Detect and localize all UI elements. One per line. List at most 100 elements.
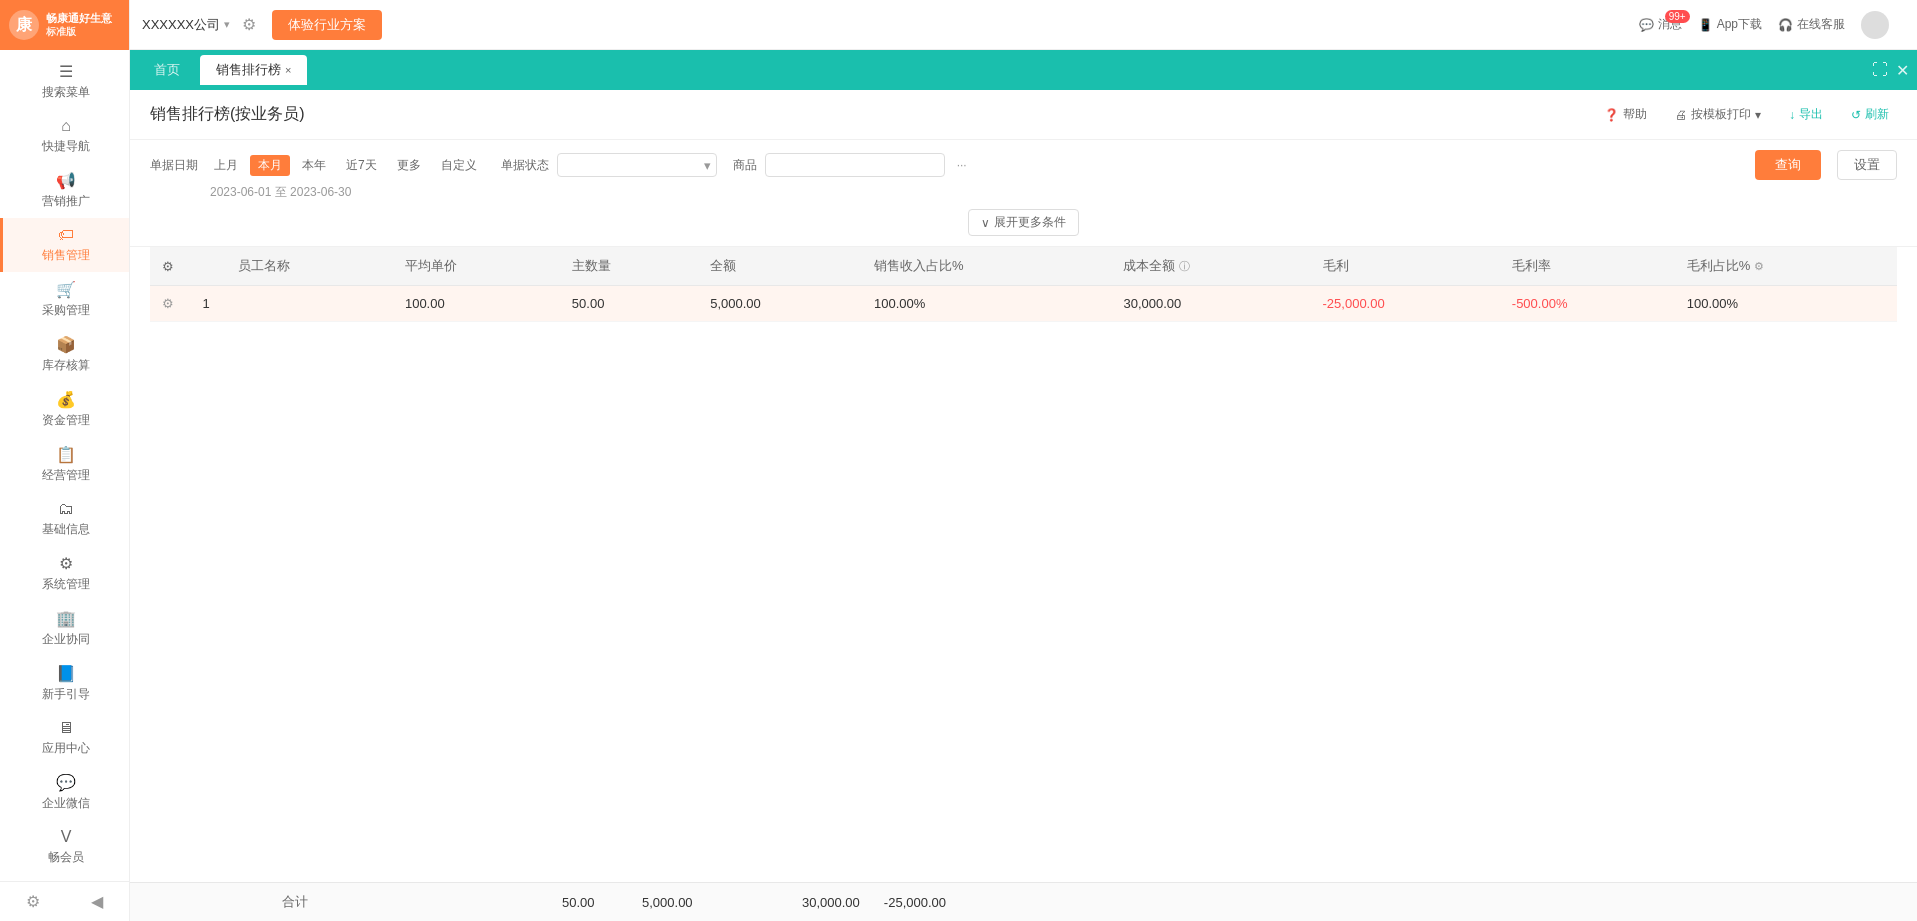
sidebar-label-finance: 资金管理 bbox=[42, 412, 90, 429]
company-selector[interactable]: XXXXXX公司 ▾ bbox=[142, 16, 230, 34]
expand-more-button[interactable]: ∨ 展开更多条件 bbox=[968, 209, 1079, 236]
col-header-avg_price: 平均单价 bbox=[393, 247, 560, 286]
sidebar-item-quick-nav[interactable]: ⌂ 快捷导航 bbox=[0, 109, 129, 163]
sidebar-menu: ☰ 搜索菜单⌂ 快捷导航📢 营销推广🏷 销售管理🛒 采购管理📦 库存核算💰 资金… bbox=[0, 50, 129, 881]
app-download-button[interactable]: 📱 App下载 bbox=[1698, 16, 1762, 33]
sidebar-item-marketing[interactable]: 📢 营销推广 bbox=[0, 163, 129, 218]
sidebar-icon-app-center: 🖥 bbox=[58, 719, 74, 737]
sidebar-icon-basic-info: 🗂 bbox=[58, 500, 74, 518]
sidebar-label-search-order: 搜索菜单 bbox=[42, 84, 90, 101]
tab-sales-rank[interactable]: 销售排行榜 × bbox=[200, 55, 307, 85]
col-header-profit_rate: 毛利率 bbox=[1500, 247, 1675, 286]
print-icon: 🖨 bbox=[1675, 108, 1687, 122]
tab-bar-right: ⛶ ✕ bbox=[1872, 61, 1909, 80]
cell-cost: 30,000.00 bbox=[1111, 286, 1310, 322]
cell-qty: 50.00 bbox=[560, 286, 698, 322]
online-service-button[interactable]: 🎧 在线客服 bbox=[1778, 16, 1845, 33]
sidebar-icon-sales: 🏷 bbox=[58, 226, 74, 244]
sidebar-icon-purchase: 🛒 bbox=[56, 280, 76, 299]
sidebar-item-member[interactable]: V 畅会员 bbox=[0, 820, 129, 874]
sidebar-item-enterprise[interactable]: 🏢 企业协同 bbox=[0, 601, 129, 656]
settings-button[interactable]: 设置 bbox=[1837, 150, 1897, 180]
sidebar-item-inventory[interactable]: 📦 库存核算 bbox=[0, 327, 129, 382]
sidebar-label-wechat: 企业微信 bbox=[42, 795, 90, 812]
page-actions: ❓ 帮助 🖨 按模板打印 ▾ ↓ 导出 ↺ 刷新 bbox=[1596, 102, 1897, 127]
table-row: ⚙1100.0050.005,000.00100.00%30,000.00-25… bbox=[150, 286, 1897, 322]
cost-info-icon[interactable]: ⓘ bbox=[1179, 260, 1190, 272]
avatar[interactable] bbox=[1861, 11, 1889, 39]
sidebar-icon-operation: 📋 bbox=[56, 445, 76, 464]
sidebar-item-wechat[interactable]: 💬 企业微信 bbox=[0, 765, 129, 820]
profit-pct-icon[interactable]: ⚙ bbox=[1754, 260, 1764, 272]
goods-more-icon[interactable]: ··· bbox=[957, 158, 967, 172]
sidebar-item-purchase[interactable]: 🛒 采购管理 bbox=[0, 272, 129, 327]
date-filter-group: 单据日期 上月本月本年近7天更多自定义 bbox=[150, 155, 485, 176]
goods-label: 商品 bbox=[733, 157, 757, 174]
sidebar-item-basic-info[interactable]: 🗂 基础信息 bbox=[0, 492, 129, 546]
sidebar-label-system: 系统管理 bbox=[42, 576, 90, 593]
cell-rank: 1 bbox=[186, 286, 226, 322]
goods-input[interactable] bbox=[765, 153, 945, 177]
sidebar-label-member: 畅会员 bbox=[48, 849, 84, 866]
query-button[interactable]: 查询 bbox=[1755, 150, 1821, 180]
sidebar-icon-search-order: ☰ bbox=[59, 62, 73, 81]
table-footer: 合计 50.00 5,000.00 30,000.00 -25,000.00 bbox=[130, 882, 1917, 921]
date-tab-上月[interactable]: 上月 bbox=[206, 155, 246, 176]
sidebar-item-system[interactable]: ⚙ 系统管理 bbox=[0, 546, 129, 601]
print-chevron-icon: ▾ bbox=[1755, 108, 1761, 122]
sidebar-item-sales[interactable]: 🏷 销售管理 bbox=[0, 218, 129, 272]
cell-profit_rate: -500.00% bbox=[1500, 286, 1675, 322]
message-badge: 99+ bbox=[1665, 10, 1690, 23]
cell-amount: 5,000.00 bbox=[698, 286, 862, 322]
footer-qty-val: 50.00 bbox=[550, 895, 630, 910]
message-button[interactable]: 💬 消息 99+ bbox=[1639, 16, 1682, 33]
date-tab-本月[interactable]: 本月 bbox=[250, 155, 290, 176]
tab-home-label: 首页 bbox=[154, 61, 180, 79]
sidebar-item-operation[interactable]: 📋 经营管理 bbox=[0, 437, 129, 492]
date-range-text: 2023-06-01 至 2023-06-30 bbox=[210, 185, 351, 199]
date-tab-更多[interactable]: 更多 bbox=[389, 155, 429, 176]
col-header-name: 员工名称 bbox=[226, 247, 393, 286]
cell-settings: ⚙ bbox=[150, 286, 186, 322]
date-tab-近7天[interactable]: 近7天 bbox=[338, 155, 385, 176]
sidebar-icon-system: ⚙ bbox=[59, 554, 73, 573]
date-label: 单据日期 bbox=[150, 157, 198, 174]
sidebar-icon-guide: 📘 bbox=[56, 664, 76, 683]
page-title: 销售排行榜(按业务员) bbox=[150, 104, 305, 125]
sidebar-icon-enterprise: 🏢 bbox=[56, 609, 76, 628]
tab-fullscreen-icon[interactable]: ⛶ bbox=[1872, 61, 1888, 80]
filter-area: 单据日期 上月本月本年近7天更多自定义 单据状态 商品 ··· bbox=[130, 140, 1917, 247]
service-label: 在线客服 bbox=[1797, 16, 1845, 33]
status-select[interactable] bbox=[557, 153, 717, 177]
sidebar-settings-btn[interactable]: ⚙ bbox=[26, 892, 40, 911]
cell-avg_price: 100.00 bbox=[393, 286, 560, 322]
top-bar: XXXXXX公司 ▾ ⚙ 体验行业方案 💬 消息 99+ 📱 App下载 🎧 在… bbox=[130, 0, 1917, 50]
topbar-settings-icon[interactable]: ⚙ bbox=[242, 15, 256, 34]
help-button[interactable]: ❓ 帮助 bbox=[1596, 102, 1655, 127]
tab-home[interactable]: 首页 bbox=[138, 55, 196, 85]
tab-close-icon[interactable]: × bbox=[285, 64, 291, 76]
footer-amount-val: 5,000.00 bbox=[630, 895, 710, 910]
trial-button[interactable]: 体验行业方案 bbox=[272, 10, 382, 40]
tab-close-all-icon[interactable]: ✕ bbox=[1896, 61, 1909, 80]
date-tab-本年[interactable]: 本年 bbox=[294, 155, 334, 176]
sidebar-label-sales: 销售管理 bbox=[42, 247, 90, 264]
refresh-button[interactable]: ↺ 刷新 bbox=[1843, 102, 1897, 127]
export-icon: ↓ bbox=[1789, 108, 1795, 122]
print-button[interactable]: 🖨 按模板打印 ▾ bbox=[1667, 102, 1769, 127]
goods-filter-group: 商品 ··· bbox=[733, 153, 967, 177]
export-button[interactable]: ↓ 导出 bbox=[1781, 102, 1831, 127]
sidebar-item-app-center[interactable]: 🖥 应用中心 bbox=[0, 711, 129, 765]
sidebar-label-guide: 新手引导 bbox=[42, 686, 90, 703]
sidebar-item-finance[interactable]: 💰 资金管理 bbox=[0, 382, 129, 437]
logo-text: 畅康通好生意 bbox=[46, 11, 112, 25]
sidebar-icon-quick-nav: ⌂ bbox=[61, 117, 71, 135]
status-select-wrapper bbox=[557, 153, 717, 177]
sales-rank-table: ⚙员工名称平均单价主数量全额销售收入占比%成本全额 ⓘ毛利毛利率毛利占比% ⚙ … bbox=[150, 247, 1897, 322]
sidebar-item-guide[interactable]: 📘 新手引导 bbox=[0, 656, 129, 711]
date-tab-自定义[interactable]: 自定义 bbox=[433, 155, 485, 176]
sidebar-collapse-btn[interactable]: ◀ bbox=[91, 892, 103, 911]
col-header-qty: 主数量 bbox=[560, 247, 698, 286]
sidebar-item-search-order[interactable]: ☰ 搜索菜单 bbox=[0, 54, 129, 109]
message-icon: 💬 bbox=[1639, 18, 1654, 32]
